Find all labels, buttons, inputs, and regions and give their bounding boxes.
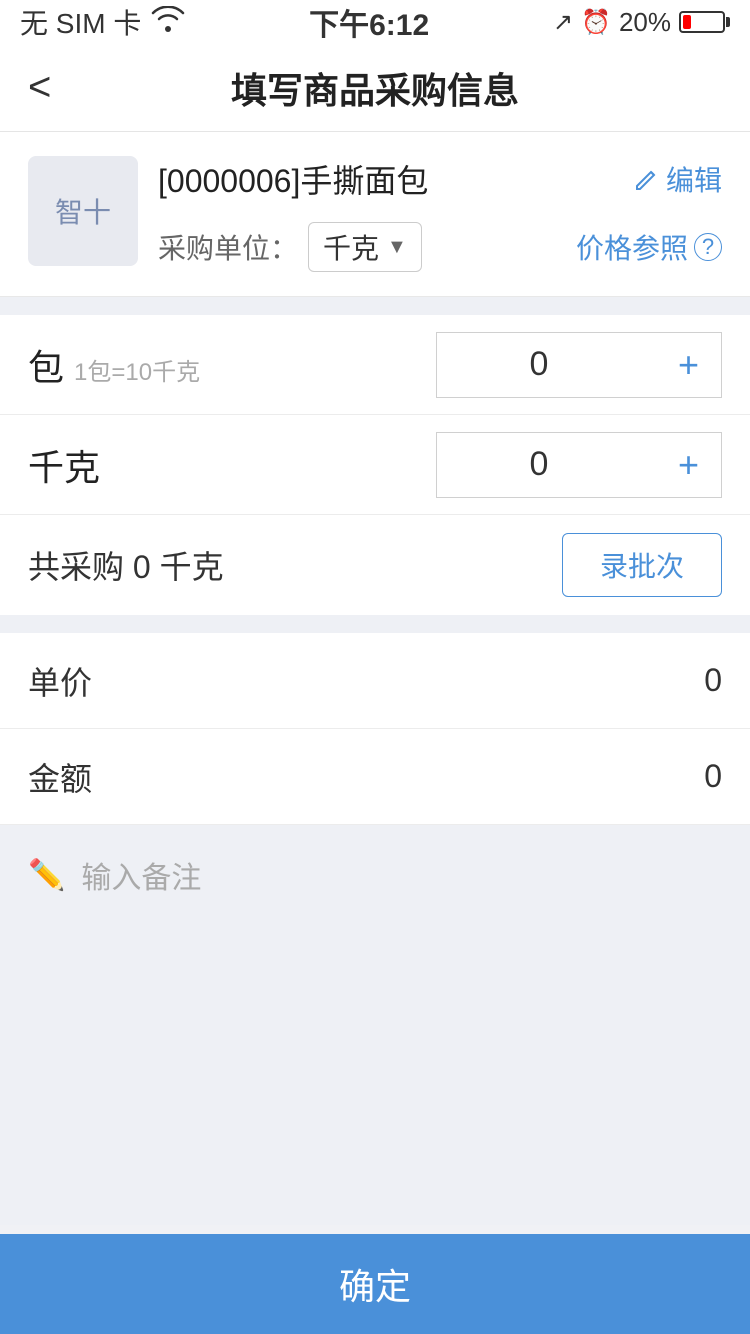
- product-info: [0000006]手撕面包 编辑 采购单位： 千克 ▼: [158, 156, 722, 272]
- pack-sublabel: 1包=10千克: [74, 352, 200, 387]
- status-time: 下午6:12: [309, 0, 429, 44]
- chevron-down-icon: ▼: [387, 236, 407, 259]
- wifi-icon: [151, 6, 185, 39]
- unit-price-label: 单价: [28, 658, 92, 704]
- confirm-bar[interactable]: 确定: [0, 1234, 750, 1334]
- amount-value: 0: [704, 758, 722, 795]
- kg-quantity-input[interactable]: [436, 432, 656, 498]
- confirm-label: 确定: [339, 1258, 411, 1310]
- pencil-icon: ✏️: [28, 858, 65, 893]
- unit-row: 采购单位： 千克 ▼ 价格参照 ?: [158, 222, 722, 272]
- pack-plus-button[interactable]: +: [656, 332, 722, 398]
- kg-input-row: 千克 +: [0, 415, 750, 515]
- section-divider-1: [0, 297, 750, 315]
- battery-icon: [679, 11, 730, 33]
- product-name: [0000006]手撕面包: [158, 156, 428, 202]
- status-bar: 无 SIM 卡 下午6:12 ↗ ⏰ 20%: [0, 0, 750, 44]
- amount-row: 金额 0: [0, 729, 750, 825]
- battery-percent: 20%: [619, 7, 671, 38]
- unit-label: 采购单位：: [158, 227, 298, 267]
- total-text: 共采购 0 千克: [28, 542, 224, 588]
- status-right: ↗ ⏰ 20%: [553, 7, 730, 38]
- carrier-label: 无 SIM 卡: [20, 2, 141, 42]
- kg-input-control: +: [436, 432, 722, 498]
- product-thumbnail: 智十: [28, 156, 138, 266]
- info-icon: ?: [694, 233, 722, 261]
- edit-button[interactable]: 编辑: [634, 159, 722, 199]
- product-card: 智十 [0000006]手撕面包 编辑 采购单位： 千克 ▼: [0, 132, 750, 297]
- price-reference-button[interactable]: 价格参照 ?: [576, 227, 722, 267]
- input-section: 包 1包=10千克 + 千克 +: [0, 315, 750, 515]
- batch-record-button[interactable]: 录批次: [562, 533, 722, 597]
- kg-label: 千克: [28, 439, 100, 491]
- unit-select[interactable]: 千克 ▼: [308, 222, 422, 272]
- product-name-row: [0000006]手撕面包 编辑: [158, 156, 722, 202]
- location-icon: ↗: [553, 8, 573, 37]
- page-title: 填写商品采购信息: [231, 62, 519, 114]
- total-row: 共采购 0 千克 录批次: [0, 515, 750, 615]
- section-divider-2: [0, 615, 750, 633]
- alarm-icon: ⏰: [581, 8, 611, 37]
- unit-price-row: 单价 0: [0, 633, 750, 729]
- pricing-section: 单价 0 金额 0: [0, 633, 750, 825]
- pack-label-group: 包 1包=10千克: [28, 339, 436, 391]
- pack-label: 包: [28, 339, 64, 391]
- pack-input-row: 包 1包=10千克 +: [0, 315, 750, 415]
- back-button[interactable]: <: [28, 65, 51, 110]
- amount-label: 金额: [28, 754, 92, 800]
- notes-placeholder: 输入备注: [81, 853, 201, 897]
- kg-label-group: 千克: [28, 439, 436, 491]
- pack-quantity-input[interactable]: [436, 332, 656, 398]
- nav-bar: < 填写商品采购信息: [0, 44, 750, 132]
- empty-area: [0, 925, 750, 1225]
- unit-price-value: 0: [704, 662, 722, 699]
- pack-input-control: +: [436, 332, 722, 398]
- notes-section[interactable]: ✏️ 输入备注: [0, 825, 750, 925]
- main-content: 智十 [0000006]手撕面包 编辑 采购单位： 千克 ▼: [0, 132, 750, 1334]
- kg-plus-button[interactable]: +: [656, 432, 722, 498]
- status-left: 无 SIM 卡: [20, 2, 185, 42]
